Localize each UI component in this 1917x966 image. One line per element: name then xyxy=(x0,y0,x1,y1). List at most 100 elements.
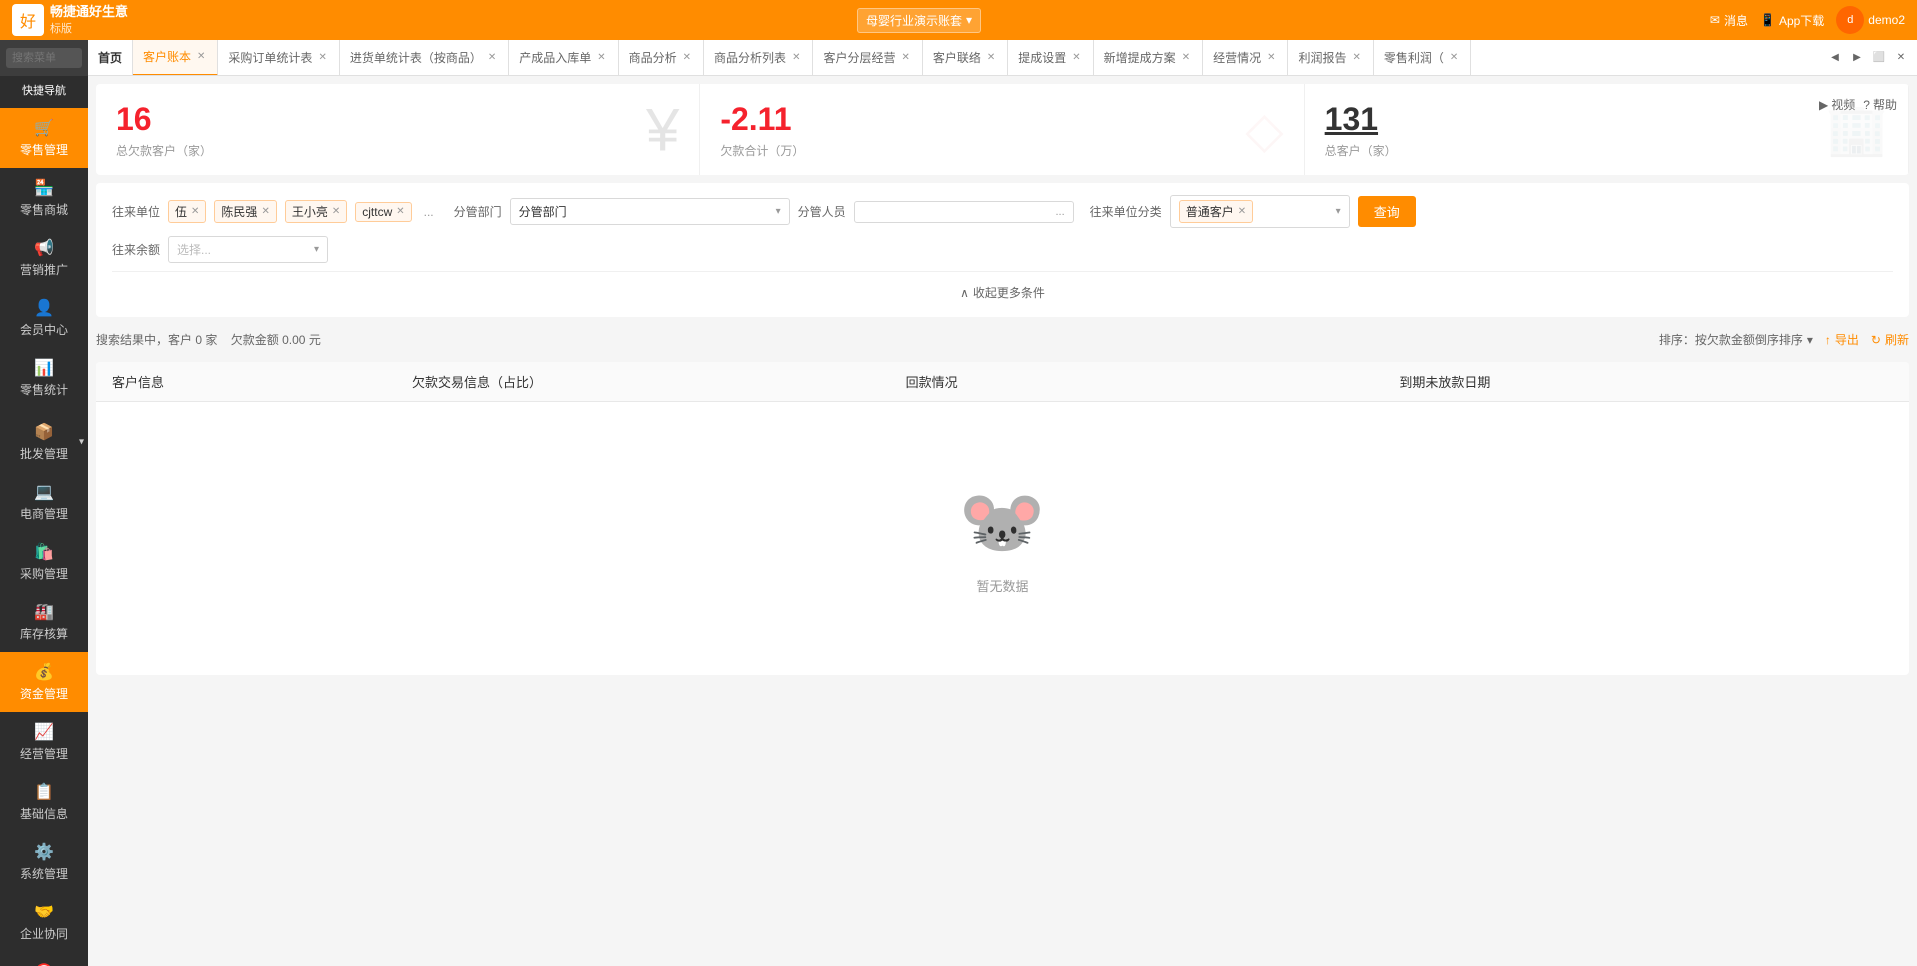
tab-profit-report[interactable]: 利润报告 ✕ xyxy=(1288,40,1373,76)
member-icon: 👤 xyxy=(34,298,54,318)
refresh-btn[interactable]: ↻ 刷新 xyxy=(1871,331,1909,348)
sidebar-item-marketing[interactable]: 📢 营销推广 xyxy=(0,228,88,288)
tab-next-btn[interactable]: ▶ xyxy=(1847,48,1867,68)
tab-close-all-btn[interactable]: ✕ xyxy=(1891,48,1911,68)
sidebar-item-inventory[interactable]: 🏭 库存核算 xyxy=(0,592,88,652)
filter-tag-close-cjttcw[interactable]: ✕ xyxy=(396,206,404,217)
tab-business-status[interactable]: 经营情况 ✕ xyxy=(1203,40,1288,76)
tab-close-icon[interactable]: ✕ xyxy=(1351,51,1363,64)
app-download-btn[interactable]: 📱 App下载 xyxy=(1760,12,1824,29)
tab-new-incentive[interactable]: 新增提成方案 ✕ xyxy=(1094,40,1203,76)
sidebar-item-retail-mall[interactable]: 🏪 零售商城 xyxy=(0,168,88,228)
video-link[interactable]: ▶ 视频 xyxy=(1819,96,1855,113)
collapse-up-icon: ∧ xyxy=(960,286,969,300)
sidebar-item-operations[interactable]: 📈 经营管理 xyxy=(0,712,88,772)
sidebar-item-wholesale[interactable]: 📦 批发管理 xyxy=(0,412,88,472)
stat-total-value[interactable]: 131 xyxy=(1325,100,1378,138)
filter-unit-type-select[interactable]: 普通客户 ✕ ▾ xyxy=(1170,195,1350,228)
tab-customer-ledger[interactable]: 客户账本 ✕ xyxy=(133,40,218,76)
tab-close-icon[interactable]: ✕ xyxy=(1070,51,1082,64)
filter-tag-text: 陈民强 xyxy=(221,203,257,220)
tab-close-icon[interactable]: ✕ xyxy=(899,51,911,64)
tab-reminder-settings[interactable]: 提成设置 ✕ xyxy=(1008,40,1093,76)
chevron-down-icon: ▾ xyxy=(314,244,319,255)
tab-bar: 首页 客户账本 ✕ 采购订单统计表 ✕ 进货单统计表（按商品） ✕ 产成品入库单… xyxy=(88,40,1917,76)
filter-tag-close-wu[interactable]: ✕ xyxy=(191,206,199,217)
tab-label: 利润报告 xyxy=(1298,49,1346,66)
collapse-row: ∧ 收起更多条件 xyxy=(112,271,1893,305)
stats-row: 16 总欠款客户（家） ¥ ◇ -2.11 欠款合计（万） xyxy=(96,84,1909,175)
filter-unit-type-tag: 普通客户 ✕ xyxy=(1179,200,1253,223)
filter-person-select[interactable]: ... xyxy=(854,201,1074,223)
results-actions: 排序：按欠款金额倒序排序 ▾ ↑ 导出 ↻ 刷新 xyxy=(1659,331,1909,348)
search-input[interactable] xyxy=(6,48,82,68)
collapse-btn[interactable]: ∧ 收起更多条件 xyxy=(112,280,1893,305)
tab-customer-contact[interactable]: 客户联络 ✕ xyxy=(923,40,1008,76)
tab-expand-btn[interactable]: ⬜ xyxy=(1869,48,1889,68)
tab-close-icon[interactable]: ✕ xyxy=(790,51,802,64)
filter-tag-text: cjttcw xyxy=(362,205,392,219)
tab-close-icon[interactable]: ✕ xyxy=(1180,51,1192,64)
sidebar-item-system[interactable]: ⚙️ 系统管理 xyxy=(0,832,88,892)
tab-product-analysis-list[interactable]: 商品分析列表 ✕ xyxy=(704,40,813,76)
search-result-prefix: 搜索结果中，客户 xyxy=(96,333,192,347)
tab-close-icon[interactable]: ✕ xyxy=(595,51,607,64)
tab-product-analysis[interactable]: 商品分析 ✕ xyxy=(619,40,704,76)
tab-customer-tier[interactable]: 客户分层经营 ✕ xyxy=(813,40,922,76)
tab-product-incoming[interactable]: 产成品入库单 ✕ xyxy=(509,40,618,76)
empty-state: 🐭 暂无数据 xyxy=(96,402,1909,675)
col-header-debt: 欠款交易信息（占比） xyxy=(412,372,906,391)
filter-dept-select[interactable]: 分管部门 ▾ xyxy=(510,198,790,225)
tab-close-icon[interactable]: ✕ xyxy=(1448,51,1460,64)
col-header-repayment: 回款情况 xyxy=(906,372,1400,391)
sidebar-item-member[interactable]: 👤 会员中心 xyxy=(0,288,88,348)
filter-person-more: ... xyxy=(1056,206,1065,218)
tab-purchase-order-stats[interactable]: 采购订单统计表 ✕ xyxy=(218,40,339,76)
top-bar: 好 畅捷通好生意 标版 母婴行业演示账套 ▾ ✉ 消息 📱 App下载 xyxy=(0,0,1917,40)
filter-tag-cjttcw: cjttcw ✕ xyxy=(355,202,411,222)
filter-unit-type-label: 往来单位分类 xyxy=(1090,203,1162,220)
sidebar-item-retail[interactable]: 🛒 零售管理 xyxy=(0,108,88,168)
tab-home[interactable]: 首页 xyxy=(88,40,133,76)
filter-tag-close-chen[interactable]: ✕ xyxy=(261,206,269,217)
operations-icon: 📈 xyxy=(34,722,54,742)
sort-selector[interactable]: 排序：按欠款金额倒序排序 ▾ xyxy=(1659,331,1813,348)
sidebar-item-finance[interactable]: 💰 资金管理 xyxy=(0,652,88,712)
tab-close-icon[interactable]: ✕ xyxy=(195,50,207,63)
sidebar-item-enterprise-coop[interactable]: 🤝 企业协同 xyxy=(0,892,88,952)
tab-retail-profit[interactable]: 零售利润（ ✕ xyxy=(1374,40,1471,76)
purchase-icon: 🛍️ xyxy=(34,542,54,562)
sidebar-item-retail-stats[interactable]: 📊 零售统计 xyxy=(0,348,88,408)
filter-dept-label: 分管部门 xyxy=(454,203,502,220)
app-download-label: App下载 xyxy=(1779,12,1824,29)
message-btn[interactable]: ✉ 消息 xyxy=(1710,12,1748,29)
tab-close-icon[interactable]: ✕ xyxy=(1265,51,1277,64)
sidebar-item-new-guide[interactable]: 🎯 新手引导 xyxy=(0,952,88,966)
sidebar-item-purchase[interactable]: 🛍️ 采购管理 xyxy=(0,532,88,592)
tab-close-icon[interactable]: ✕ xyxy=(681,51,693,64)
filter-tag-close-wang[interactable]: ✕ xyxy=(332,206,340,217)
filter-unit-type-close[interactable]: ✕ xyxy=(1238,206,1246,217)
quick-nav-btn[interactable]: 快捷导航 xyxy=(0,76,88,104)
filter-balance-select[interactable]: 选择... ▾ xyxy=(168,236,328,263)
tab-label: 客户账本 xyxy=(143,48,191,65)
filter-area: 往来单位 伍 ✕ 陈民强 ✕ 王小亮 ✕ xyxy=(96,183,1909,317)
filter-dept-placeholder: 分管部门 xyxy=(519,203,567,220)
help-link[interactable]: ? 帮助 xyxy=(1863,96,1897,113)
tab-close-icon[interactable]: ✕ xyxy=(985,51,997,64)
user-menu[interactable]: d demo2 xyxy=(1836,6,1905,34)
col-header-due-date: 到期未放款日期 xyxy=(1399,372,1893,391)
filter-tag-wang: 王小亮 ✕ xyxy=(285,200,347,223)
filter-more-btn[interactable]: ... xyxy=(420,203,438,221)
tab-incoming-stats-product[interactable]: 进货单统计表（按商品） ✕ xyxy=(340,40,509,76)
industry-selector[interactable]: 母婴行业演示账套 ▾ xyxy=(857,8,981,33)
tab-close-icon[interactable]: ✕ xyxy=(486,51,498,64)
sidebar-item-label: 零售统计 xyxy=(20,381,68,398)
export-btn[interactable]: ↑ 导出 xyxy=(1825,331,1859,348)
sidebar-item-basic-info[interactable]: 📋 基础信息 xyxy=(0,772,88,832)
tab-close-icon[interactable]: ✕ xyxy=(316,51,328,64)
help-links: ▶ 视频 ? 帮助 xyxy=(1819,96,1897,113)
query-button[interactable]: 查询 xyxy=(1358,196,1416,227)
tab-prev-btn[interactable]: ◀ xyxy=(1825,48,1845,68)
sidebar-item-ecommerce[interactable]: 💻 电商管理 xyxy=(0,472,88,532)
